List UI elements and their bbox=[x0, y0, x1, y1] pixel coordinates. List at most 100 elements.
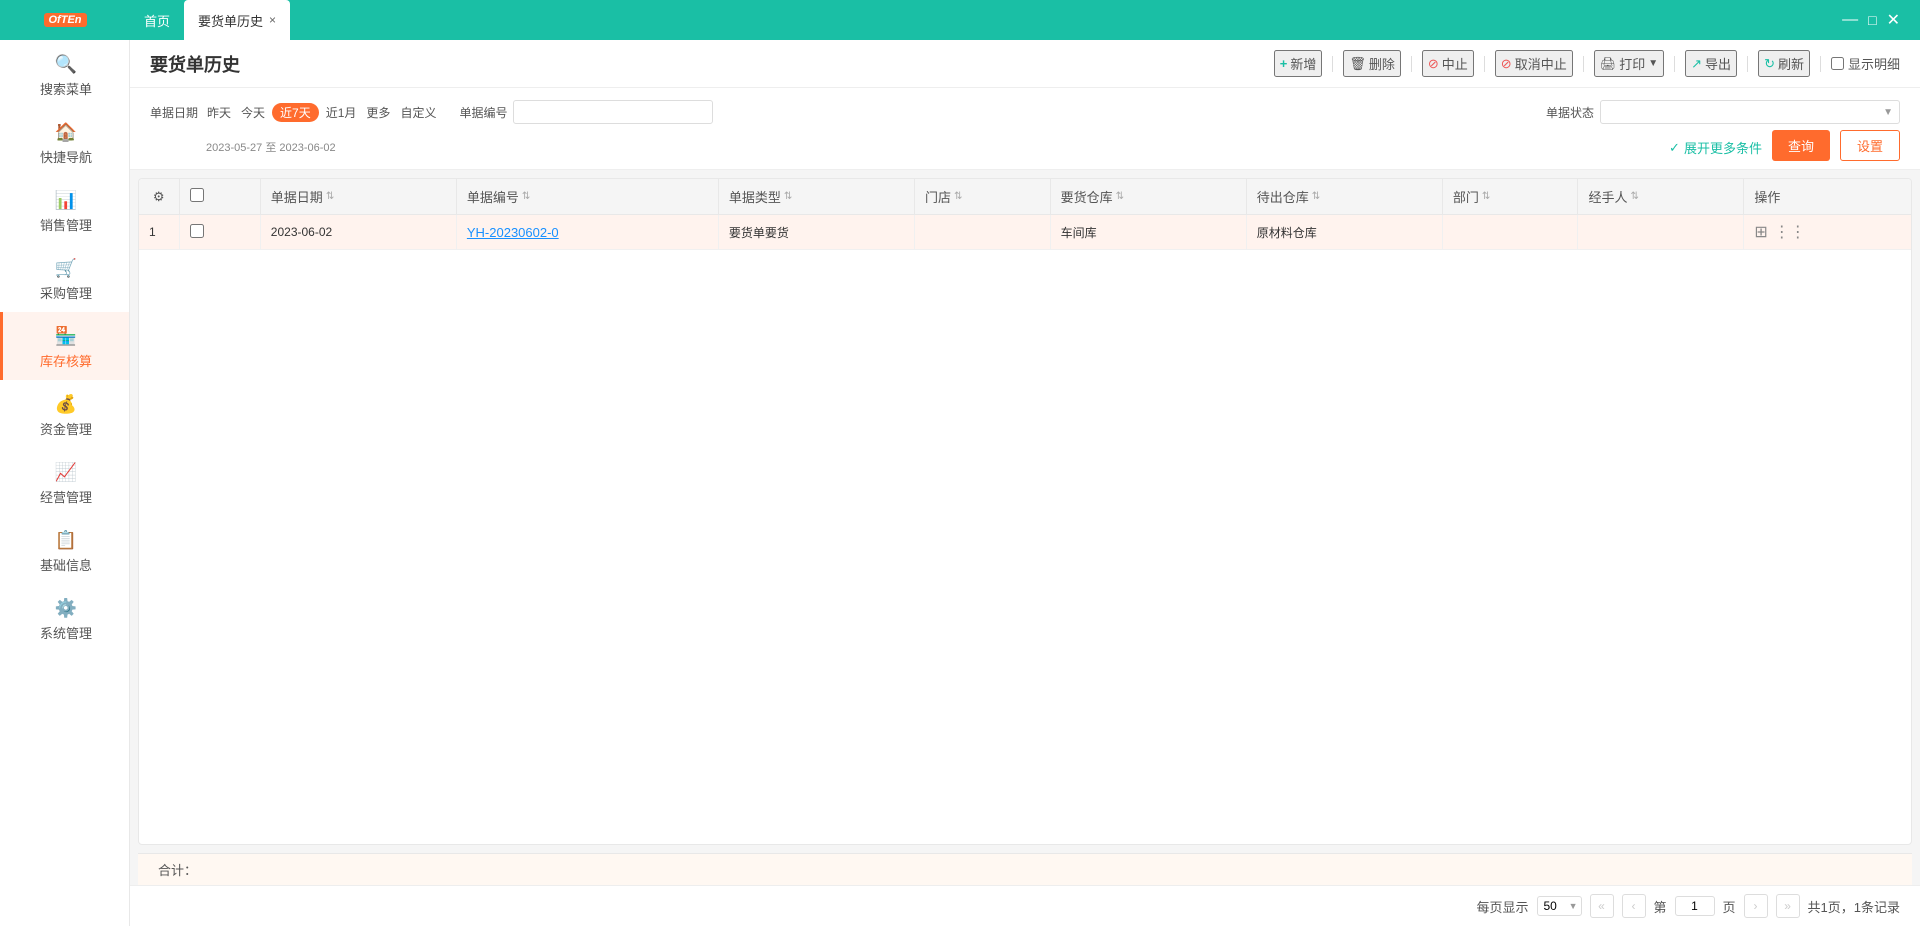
delete-icon: 🗑 bbox=[1349, 56, 1366, 72]
th-handler[interactable]: 经手人 ⇅ bbox=[1578, 179, 1744, 215]
date-shortcut-custom[interactable]: 自定义 bbox=[397, 103, 439, 122]
th-bill-no[interactable]: 单据编号 ⇅ bbox=[456, 179, 718, 215]
bill-no-label: 单据编号 bbox=[459, 104, 507, 121]
basic-info-icon: 📋 bbox=[55, 530, 77, 551]
date-shortcut-today[interactable]: 今天 bbox=[238, 103, 268, 122]
select-all-checkbox[interactable] bbox=[190, 188, 204, 202]
header-actions: + 新增 🗑 删除 ⊘ 中止 ⊘ 取消中止 bbox=[1274, 50, 1900, 77]
divider bbox=[1332, 56, 1333, 72]
bill-no-input[interactable] bbox=[513, 100, 713, 124]
page-header: 要货单历史 + 新增 🗑 删除 ⊘ 中止 ⊘ bbox=[130, 40, 1920, 88]
operations-icon: 📈 bbox=[55, 462, 77, 483]
td-ops: ⊞ ⋮⋮ bbox=[1744, 215, 1911, 250]
sort-icon: ⇅ bbox=[1116, 191, 1124, 202]
stop-icon: ⊘ bbox=[1428, 56, 1439, 72]
sidebar-item-operations[interactable]: 📈 经营管理 bbox=[0, 448, 129, 516]
prev-page-button[interactable]: ‹ bbox=[1622, 894, 1646, 918]
query-button[interactable]: 查询 bbox=[1772, 130, 1830, 161]
td-checkbox bbox=[179, 215, 260, 250]
sidebar-item-label: 资金管理 bbox=[40, 419, 92, 438]
delete-button[interactable]: 🗑 删除 bbox=[1343, 50, 1401, 77]
close-tab-icon[interactable]: × bbox=[269, 13, 276, 27]
sidebar-item-label: 经营管理 bbox=[40, 487, 92, 506]
tab-requisition-history[interactable]: 要货单历史 × bbox=[184, 0, 290, 40]
page-number-input[interactable] bbox=[1675, 896, 1715, 916]
th-checkbox bbox=[179, 179, 260, 215]
td-handler bbox=[1578, 215, 1744, 250]
sidebar: 🔍 搜索菜单 🏠 快捷导航 📊 销售管理 🛒 采购管理 🏪 库存核算 💰 资金管… bbox=[0, 40, 130, 926]
settings-icon[interactable]: ⚙ bbox=[153, 189, 165, 204]
sidebar-item-label: 采购管理 bbox=[40, 283, 92, 302]
expand-more-button[interactable]: ✓ 展开更多条件 bbox=[1669, 138, 1762, 157]
first-page-button[interactable]: « bbox=[1590, 894, 1614, 918]
minimize-icon[interactable]: — bbox=[1842, 11, 1858, 29]
date-shortcut-yesterday[interactable]: 昨天 bbox=[204, 103, 234, 122]
status-select[interactable] bbox=[1601, 101, 1899, 123]
td-req-warehouse: 车间库 bbox=[1050, 215, 1246, 250]
export-button[interactable]: ↗ 导出 bbox=[1685, 50, 1737, 77]
sort-icon: ⇅ bbox=[954, 191, 962, 202]
window-close-icon[interactable]: ✕ bbox=[1887, 10, 1900, 30]
th-req-warehouse[interactable]: 要货仓库 ⇅ bbox=[1050, 179, 1246, 215]
next-page-button[interactable]: › bbox=[1744, 894, 1768, 918]
print-icon: 🖨 bbox=[1600, 56, 1617, 72]
th-store[interactable]: 门店 ⇅ bbox=[914, 179, 1050, 215]
print-button[interactable]: 🖨 打印 ▼ bbox=[1594, 50, 1664, 77]
date-filter-label: 单据日期 bbox=[150, 104, 198, 121]
sidebar-item-basic-info[interactable]: 📋 基础信息 bbox=[0, 516, 129, 584]
row-more-icon[interactable]: ⋮⋮ bbox=[1774, 222, 1806, 242]
row-edit-icon[interactable]: ⊞ bbox=[1754, 222, 1767, 242]
td-pending-warehouse: 原材料仓库 bbox=[1246, 215, 1442, 250]
td-dept bbox=[1442, 215, 1578, 250]
td-num: 1 bbox=[139, 215, 179, 250]
tab-home[interactable]: 首页 bbox=[130, 0, 184, 40]
td-bill-type: 要货单要货 bbox=[718, 215, 914, 250]
th-pending-warehouse[interactable]: 待出仓库 ⇅ bbox=[1246, 179, 1442, 215]
status-label: 单据状态 bbox=[1546, 104, 1594, 121]
sidebar-item-system[interactable]: ⚙️ 系统管理 bbox=[0, 584, 129, 652]
sidebar-item-label: 系统管理 bbox=[40, 623, 92, 642]
divider bbox=[1674, 56, 1675, 72]
settings-button[interactable]: 设置 bbox=[1840, 130, 1900, 161]
date-shortcut-more[interactable]: 更多 bbox=[363, 103, 393, 122]
stop-button[interactable]: ⊘ 中止 bbox=[1422, 50, 1474, 77]
date-range-display: 2023-05-27 至 2023-06-02 bbox=[206, 139, 336, 155]
cancel-stop-button[interactable]: ⊘ 取消中止 bbox=[1495, 50, 1573, 77]
maximize-icon[interactable]: □ bbox=[1868, 12, 1876, 28]
sidebar-item-purchase[interactable]: 🛒 采购管理 bbox=[0, 244, 129, 312]
refresh-icon: ↻ bbox=[1764, 56, 1775, 72]
sort-icon: ⇅ bbox=[1312, 191, 1320, 202]
sidebar-item-shortcut[interactable]: 🏠 快捷导航 bbox=[0, 108, 129, 176]
th-bill-type[interactable]: 单据类型 ⇅ bbox=[718, 179, 914, 215]
row-checkbox[interactable] bbox=[190, 224, 204, 238]
sidebar-item-sales[interactable]: 📊 销售管理 bbox=[0, 176, 129, 244]
th-dept[interactable]: 部门 ⇅ bbox=[1442, 179, 1578, 215]
search-icon: 🔍 bbox=[55, 54, 77, 75]
bill-no-link[interactable]: YH-20230602-0 bbox=[467, 225, 559, 240]
brand-logo: OfTEn bbox=[0, 0, 130, 40]
divider bbox=[1411, 56, 1412, 72]
td-store bbox=[914, 215, 1050, 250]
show-detail-checkbox[interactable] bbox=[1831, 57, 1844, 70]
table-wrap: ⚙ 单据日期 ⇅ 单据编号 bbox=[138, 178, 1912, 845]
th-date[interactable]: 单据日期 ⇅ bbox=[260, 179, 456, 215]
sort-icon: ⇅ bbox=[522, 191, 530, 202]
sidebar-item-search[interactable]: 🔍 搜索菜单 bbox=[0, 40, 129, 108]
show-detail-toggle[interactable]: 显示明细 bbox=[1831, 54, 1900, 73]
page-title: 要货单历史 bbox=[150, 51, 240, 77]
row-operations: ⊞ ⋮⋮ bbox=[1754, 222, 1901, 242]
per-page-label: 每页显示 bbox=[1476, 897, 1528, 916]
date-shortcut-7days[interactable]: 近7天 bbox=[272, 103, 319, 122]
table-header-row: ⚙ 单据日期 ⇅ 单据编号 bbox=[139, 179, 1911, 215]
total-info: 共1页，1条记录 bbox=[1808, 897, 1900, 916]
last-page-button[interactable]: » bbox=[1776, 894, 1800, 918]
sidebar-item-finance[interactable]: 💰 资金管理 bbox=[0, 380, 129, 448]
sidebar-item-label: 快捷导航 bbox=[40, 147, 92, 166]
add-button[interactable]: + 新增 bbox=[1274, 50, 1323, 77]
sidebar-item-inventory[interactable]: 🏪 库存核算 bbox=[0, 312, 129, 380]
th-settings[interactable]: ⚙ bbox=[139, 179, 179, 215]
date-shortcut-1month[interactable]: 近1月 bbox=[323, 103, 360, 122]
refresh-button[interactable]: ↻ 刷新 bbox=[1758, 50, 1810, 77]
per-page-select[interactable]: 20 50 100 200 bbox=[1537, 896, 1582, 916]
sales-icon: 📊 bbox=[55, 190, 77, 211]
